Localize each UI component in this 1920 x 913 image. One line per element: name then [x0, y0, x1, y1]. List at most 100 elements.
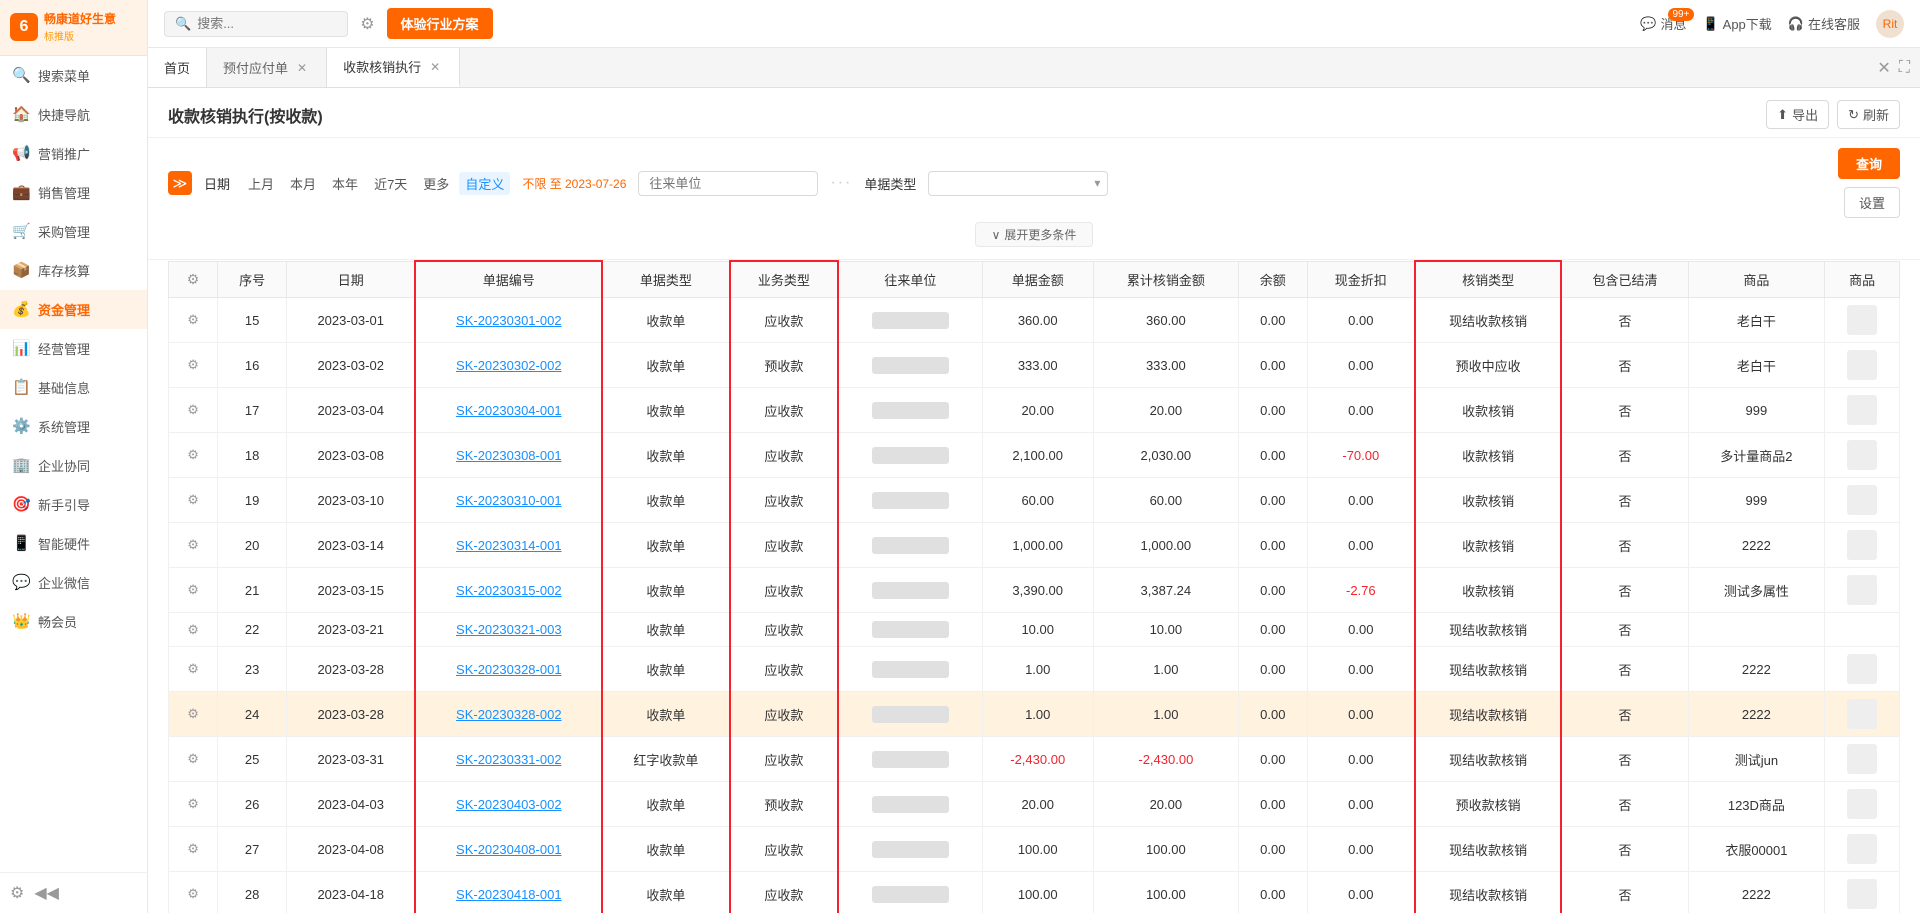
row-settings[interactable]: ⚙ [169, 343, 218, 388]
sidebar-item-enterprise[interactable]: 🏢 企业协同 [0, 446, 147, 485]
order-no-link[interactable]: SK-20230408-001 [456, 842, 562, 857]
collapse-icon[interactable]: ◀◀ [34, 883, 59, 903]
row-amount: 360.00 [982, 298, 1093, 343]
row-date: 2023-03-01 [287, 298, 416, 343]
more-btn[interactable]: 更多 [417, 172, 455, 195]
row-bill-type: 收款单 [602, 343, 729, 388]
custom-btn[interactable]: 自定义 [459, 172, 510, 195]
sidebar-item-search[interactable]: 🔍 搜索菜单 [0, 56, 147, 95]
row-settings[interactable]: ⚙ [169, 782, 218, 827]
order-no-link[interactable]: SK-20230302-002 [456, 358, 562, 373]
topbar-search-box[interactable]: 🔍 [164, 11, 348, 37]
order-no-link[interactable]: SK-20230304-001 [456, 403, 562, 418]
sidebar-item-operation[interactable]: 📊 经营管理 [0, 329, 147, 368]
row-settings[interactable]: ⚙ [169, 568, 218, 613]
export-button[interactable]: ⬆ 导出 [1766, 100, 1829, 129]
last-month-btn[interactable]: 上月 [242, 172, 280, 195]
settings-bottom-icon[interactable]: ⚙ [10, 883, 24, 903]
sidebar-item-marketing[interactable]: 📢 营销推广 [0, 134, 147, 173]
sidebar-item-hardware[interactable]: 📱 智能硬件 [0, 524, 147, 563]
row-settings[interactable]: ⚙ [169, 613, 218, 647]
sidebar-item-finance[interactable]: 💰 资金管理 [0, 290, 147, 329]
user-avatar[interactable]: Rit [1876, 10, 1904, 38]
row-settings[interactable]: ⚙ [169, 298, 218, 343]
row-seq: 15 [218, 298, 287, 343]
row-order-no: SK-20230315-002 [415, 568, 602, 613]
row-partner: ████ [838, 647, 982, 692]
row-partner: ████ [838, 782, 982, 827]
row-order-no: SK-20230321-003 [415, 613, 602, 647]
search-input[interactable] [197, 16, 337, 31]
row-order-no: SK-20230408-001 [415, 827, 602, 872]
filter-setting-button[interactable]: 设置 [1844, 187, 1900, 218]
order-no-link[interactable]: SK-20230314-001 [456, 538, 562, 553]
tab-home[interactable]: 首页 [148, 48, 207, 87]
tab-close-all-icon[interactable]: ✕ [1877, 58, 1890, 78]
row-seq: 21 [218, 568, 287, 613]
sidebar-item-purchase[interactable]: 🛒 采购管理 [0, 212, 147, 251]
sidebar-item-basic[interactable]: 📋 基础信息 [0, 368, 147, 407]
row-seq: 26 [218, 782, 287, 827]
sidebar-item-sales[interactable]: 💼 销售管理 [0, 173, 147, 212]
order-no-link[interactable]: SK-20230315-002 [456, 583, 562, 598]
row-cancel-type: 收款核销 [1415, 388, 1562, 433]
filter-collapse-button[interactable]: ≫ [168, 171, 192, 195]
topbar-gear-icon[interactable]: ⚙ [360, 14, 374, 34]
date-filter-label: 日期 [204, 174, 230, 193]
tab-prepay-close[interactable]: ✕ [294, 60, 310, 76]
tab-expand-icon[interactable]: ⛶ [1899, 59, 1910, 77]
this-month-btn[interactable]: 本月 [284, 172, 322, 195]
row-settings[interactable]: ⚙ [169, 647, 218, 692]
row-settings[interactable]: ⚙ [169, 872, 218, 913]
row-balance: 0.00 [1238, 568, 1307, 613]
row-partner: ████ [838, 523, 982, 568]
order-no-link[interactable]: SK-20230321-003 [456, 622, 562, 637]
sidebar-item-guide[interactable]: 🎯 新手引导 [0, 485, 147, 524]
row-settings[interactable]: ⚙ [169, 523, 218, 568]
row-settings[interactable]: ⚙ [169, 388, 218, 433]
row-settings[interactable]: ⚙ [169, 737, 218, 782]
row-settings[interactable]: ⚙ [169, 692, 218, 737]
order-no-link[interactable]: SK-20230328-002 [456, 707, 562, 722]
online-service-link[interactable]: 🎧 在线客服 [1788, 14, 1860, 33]
row-settings[interactable]: ⚙ [169, 827, 218, 872]
sidebar-item-quick[interactable]: 🏠 快捷导航 [0, 95, 147, 134]
search-icon: 🔍 [12, 66, 30, 84]
row-settings[interactable]: ⚙ [169, 433, 218, 478]
order-no-link[interactable]: SK-20230328-001 [456, 662, 562, 677]
sidebar-item-wechat[interactable]: 💬 企业微信 [0, 563, 147, 602]
row-settings[interactable]: ⚙ [169, 478, 218, 523]
row-cancel-type: 预收款核销 [1415, 782, 1562, 827]
tab-prepay[interactable]: 预付应付单 ✕ [207, 48, 327, 87]
row-product2 [1825, 388, 1900, 433]
order-no-link[interactable]: SK-20230308-001 [456, 448, 562, 463]
tab-collection-close[interactable]: ✕ [427, 59, 443, 75]
order-no-link[interactable]: SK-20230301-002 [456, 313, 562, 328]
col-settings-header[interactable]: ⚙ [169, 261, 218, 298]
query-button[interactable]: 查询 [1838, 148, 1900, 179]
last7-btn[interactable]: 近7天 [368, 172, 413, 195]
order-no-link[interactable]: SK-20230310-001 [456, 493, 562, 508]
order-no-link[interactable]: SK-20230403-002 [456, 797, 562, 812]
sidebar-item-member[interactable]: 👑 畅会员 [0, 602, 147, 641]
row-product: 999 [1688, 388, 1825, 433]
row-product2 [1825, 872, 1900, 913]
bill-type-label: 单据类型 [864, 174, 916, 193]
this-year-btn[interactable]: 本年 [326, 172, 364, 195]
row-amount: 20.00 [982, 782, 1093, 827]
page-actions: ⬆ 导出 ↻ 刷新 [1766, 100, 1900, 129]
order-no-link[interactable]: SK-20230331-002 [456, 752, 562, 767]
solution-button[interactable]: 体验行业方案 [387, 8, 493, 39]
bill-type-select[interactable] [928, 171, 1108, 196]
tab-collection[interactable]: 收款核销执行 ✕ [327, 48, 460, 87]
messages-btn[interactable]: 💬 消息 99+ [1640, 14, 1686, 33]
sidebar-item-system[interactable]: ⚙️ 系统管理 [0, 407, 147, 446]
order-no-link[interactable]: SK-20230418-001 [456, 887, 562, 902]
refresh-button[interactable]: ↻ 刷新 [1837, 100, 1900, 129]
expand-more-button[interactable]: ∨ 展开更多条件 [975, 222, 1094, 247]
partner-input[interactable] [638, 171, 818, 196]
row-cash-discount: 0.00 [1307, 523, 1415, 568]
sidebar-item-inventory[interactable]: 📦 库存核算 [0, 251, 147, 290]
app-download-link[interactable]: 📱 App下载 [1702, 14, 1771, 33]
row-cancel-amount: 1.00 [1093, 647, 1238, 692]
